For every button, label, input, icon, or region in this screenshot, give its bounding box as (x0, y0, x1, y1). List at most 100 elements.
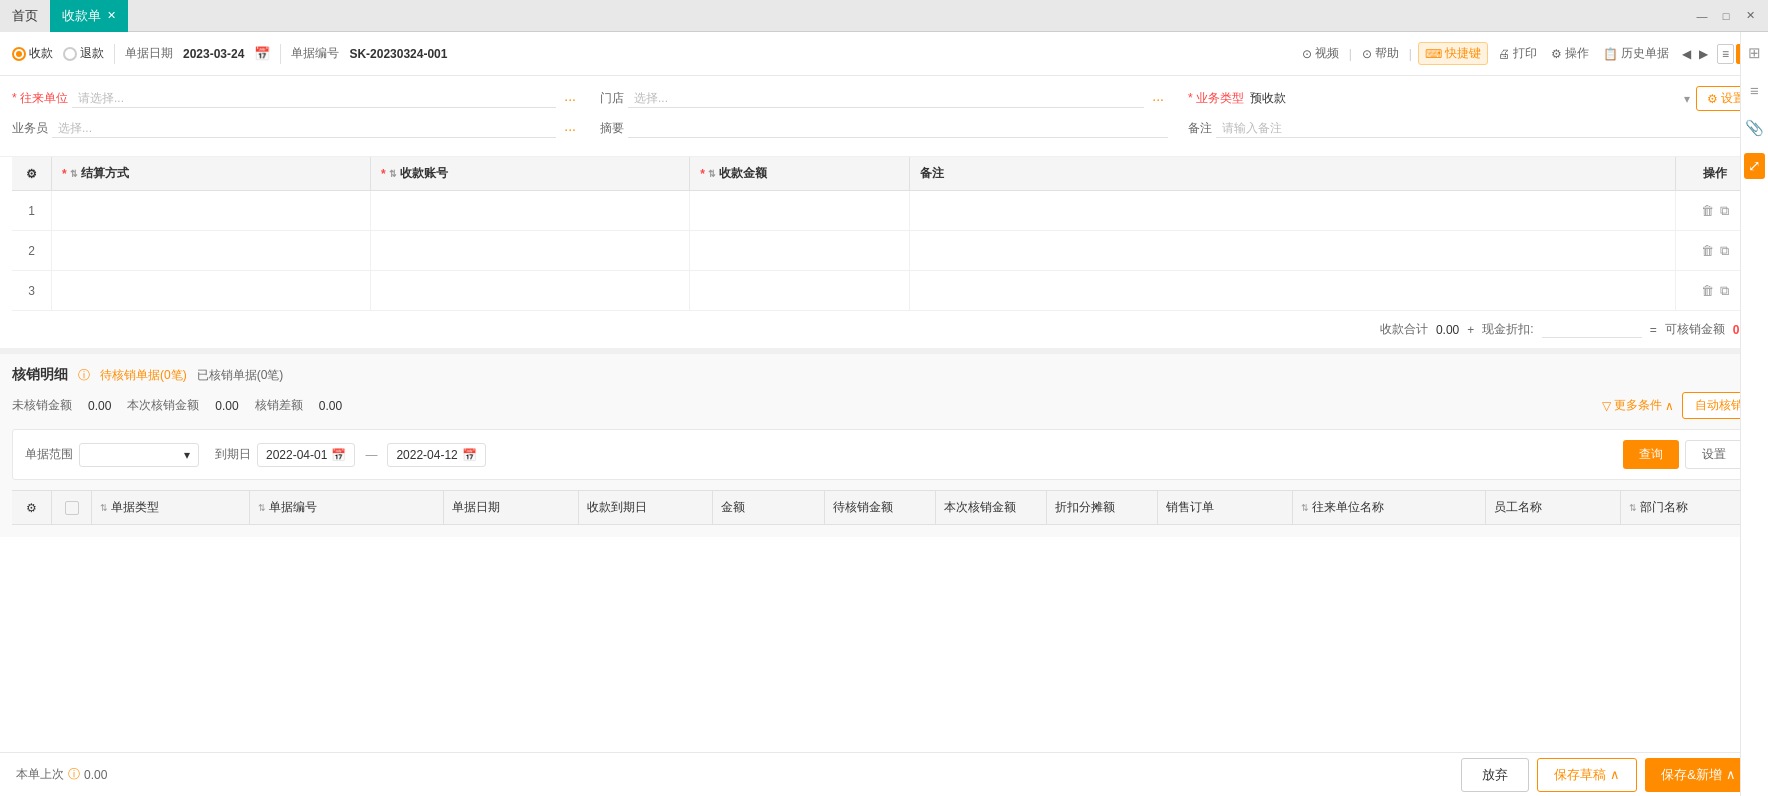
staff-input[interactable] (52, 119, 556, 138)
filter-form: 单据范围 ▾ 到期日 2022-04-01 📅 — 2022-04-12 📅 (12, 429, 1756, 480)
done-tab-link[interactable]: 已核销单据(0笔) (197, 367, 284, 384)
row-1-remark[interactable] (910, 191, 1676, 230)
summary-row: 收款合计 0.00 + 现金折扣: = 可核销金额 0.00 (0, 311, 1768, 348)
store-input[interactable] (628, 89, 1144, 108)
settings-icon: ⚙ (1707, 92, 1718, 106)
maximize-button[interactable]: □ (1718, 8, 1734, 24)
radio-shoukuan[interactable]: 收款 (12, 45, 53, 62)
bth-this-amount: 本次核销金额 (936, 491, 1047, 524)
form-row-1: 往来单位 ··· 门店 ··· 业务类型 预收款 ▾ ⚙ 设置 (12, 86, 1756, 111)
table-row: 3 🗑 ⧉ (12, 271, 1756, 311)
pending-tab-link[interactable]: 待核销单据(0笔) (100, 367, 187, 384)
bth-dept: ⇅ 部门名称 (1621, 491, 1756, 524)
row-2-delete-icon[interactable]: 🗑 (1701, 243, 1714, 259)
row-3-index: 3 (12, 271, 52, 310)
table-header-remark: 备注 (910, 157, 1676, 190)
radio-shoukuan-circle (12, 47, 26, 61)
row-3-remark[interactable] (910, 271, 1676, 310)
main-table-wrapper: ⚙ ⇅ 结算方式 ⇅ 收款账号 ⇅ 收款金额 备注 操作 1 (12, 157, 1756, 311)
range-select[interactable]: ▾ (79, 443, 199, 467)
due-date-label: 到期日 (215, 446, 251, 463)
row-2-copy-icon[interactable]: ⧉ (1720, 243, 1729, 259)
bth-number: ⇅ 单据编号 (250, 491, 444, 524)
bth-gear[interactable]: ⚙ (12, 491, 52, 524)
radio-tuikuan[interactable]: 退款 (63, 45, 104, 62)
tab-receipt-close[interactable]: ✕ (107, 9, 116, 22)
table-header-gear[interactable]: ⚙ (12, 157, 52, 190)
tab-receipt-label: 收款单 (62, 7, 101, 25)
video-btn[interactable]: ⊙ 视频 (1298, 43, 1343, 64)
nav-prev[interactable]: ◀ (1679, 47, 1694, 61)
sidebar-list-icon[interactable]: ≡ (1746, 78, 1763, 103)
staff-dots[interactable]: ··· (560, 121, 580, 137)
row-2-settle[interactable] (52, 231, 371, 270)
partner-label: 往来单位 (12, 90, 68, 107)
main-content: 收款 退款 单据日期 2023-03-24 📅 单据编号 SK-20230324… (0, 32, 1768, 796)
range-label: 单据范围 (25, 446, 73, 463)
right-sidebar: ⊞ ≡ 📎 ⤢ (1740, 32, 1768, 796)
sidebar-expand-icon[interactable]: ⤢ (1744, 153, 1765, 179)
abandon-button[interactable]: 放弃 (1461, 758, 1529, 792)
sidebar-clip-icon[interactable]: 📎 (1741, 115, 1768, 141)
remark-input[interactable] (1216, 119, 1756, 138)
shortcut-btn[interactable]: ⌨ 快捷键 (1418, 42, 1488, 65)
discount-input[interactable] (1542, 322, 1642, 338)
tab-receipt[interactable]: 收款单 ✕ (50, 0, 128, 32)
row-1-copy-icon[interactable]: ⧉ (1720, 203, 1729, 219)
row-3-copy-icon[interactable]: ⧉ (1720, 283, 1729, 299)
row-3-account[interactable] (371, 271, 690, 310)
reconcile-info-icon[interactable]: ⓘ (78, 367, 90, 384)
draft-button[interactable]: 保存草稿 ∧ (1537, 758, 1637, 792)
date-to-picker[interactable]: 2022-04-12 📅 (387, 443, 485, 467)
row-1-amount[interactable] (690, 191, 910, 230)
footer-info-icon[interactable]: ⓘ (68, 766, 80, 783)
filter-settings-btn[interactable]: 设置 (1685, 440, 1743, 469)
sort-type: ⇅ (100, 503, 108, 513)
print-btn[interactable]: 🖨 打印 (1494, 43, 1541, 64)
row-1-settle[interactable] (52, 191, 371, 230)
operate-btn[interactable]: ⚙ 操作 (1547, 43, 1593, 64)
save-new-button[interactable]: 保存&新增 ∧ (1645, 758, 1752, 792)
toolbar-right: ⊙ 视频 | ⊙ 帮助 | ⌨ 快捷键 🖨 打印 ⚙ 操作 📋 (1298, 42, 1756, 65)
view-list-icon[interactable]: ≡ (1717, 44, 1734, 64)
more-filter-btn[interactable]: ▽ 更多条件 ∧ (1602, 397, 1674, 414)
row-1-account[interactable] (371, 191, 690, 230)
range-filter-item: 单据范围 ▾ (25, 443, 199, 467)
bth-duedate: 收款到期日 (579, 491, 714, 524)
bth-checkbox[interactable] (52, 491, 92, 524)
checkbox-all[interactable] (65, 501, 79, 515)
minimize-button[interactable]: — (1694, 8, 1710, 24)
query-btn[interactable]: 查询 (1623, 440, 1679, 469)
row-3-amount[interactable] (690, 271, 910, 310)
nav-next[interactable]: ▶ (1696, 47, 1711, 61)
save-new-label: 保存&新增 (1661, 766, 1722, 784)
plus-sign: + (1467, 323, 1474, 337)
partner-dots[interactable]: ··· (560, 91, 580, 107)
summary-input[interactable] (628, 119, 1168, 138)
tab-home-label: 首页 (12, 7, 38, 25)
row-2-remark[interactable] (910, 231, 1676, 270)
help-btn[interactable]: ⊙ 帮助 (1358, 43, 1403, 64)
store-dots[interactable]: ··· (1148, 91, 1168, 107)
date-label: 单据日期 (125, 45, 173, 62)
diff-label: 核销差额 (255, 397, 303, 414)
row-2-amount[interactable] (690, 231, 910, 270)
close-button[interactable]: ✕ (1742, 8, 1758, 24)
this-clear-value: 0.00 (215, 399, 238, 413)
table-header-account: ⇅ 收款账号 (371, 157, 690, 190)
date-calendar-icon[interactable]: 📅 (254, 46, 270, 61)
uncleared-label: 未核销金额 (12, 397, 72, 414)
row-3-settle[interactable] (52, 271, 371, 310)
row-1-delete-icon[interactable]: 🗑 (1701, 203, 1714, 219)
row-2-account[interactable] (371, 231, 690, 270)
partner-input[interactable] (72, 89, 556, 108)
history-btn[interactable]: 📋 历史单据 (1599, 43, 1673, 64)
sidebar-table-icon[interactable]: ⊞ (1744, 40, 1765, 66)
date-from-picker[interactable]: 2022-04-01 📅 (257, 443, 355, 467)
tab-home[interactable]: 首页 (0, 0, 50, 32)
filter-row-right: ▽ 更多条件 ∧ 自动核销 (1602, 392, 1756, 419)
chevron-up-icon: ∧ (1665, 399, 1674, 413)
biz-type-dropdown-arrow[interactable]: ▾ (1684, 92, 1690, 106)
row-3-delete-icon[interactable]: 🗑 (1701, 283, 1714, 299)
window-controls: — □ ✕ (1694, 8, 1768, 24)
